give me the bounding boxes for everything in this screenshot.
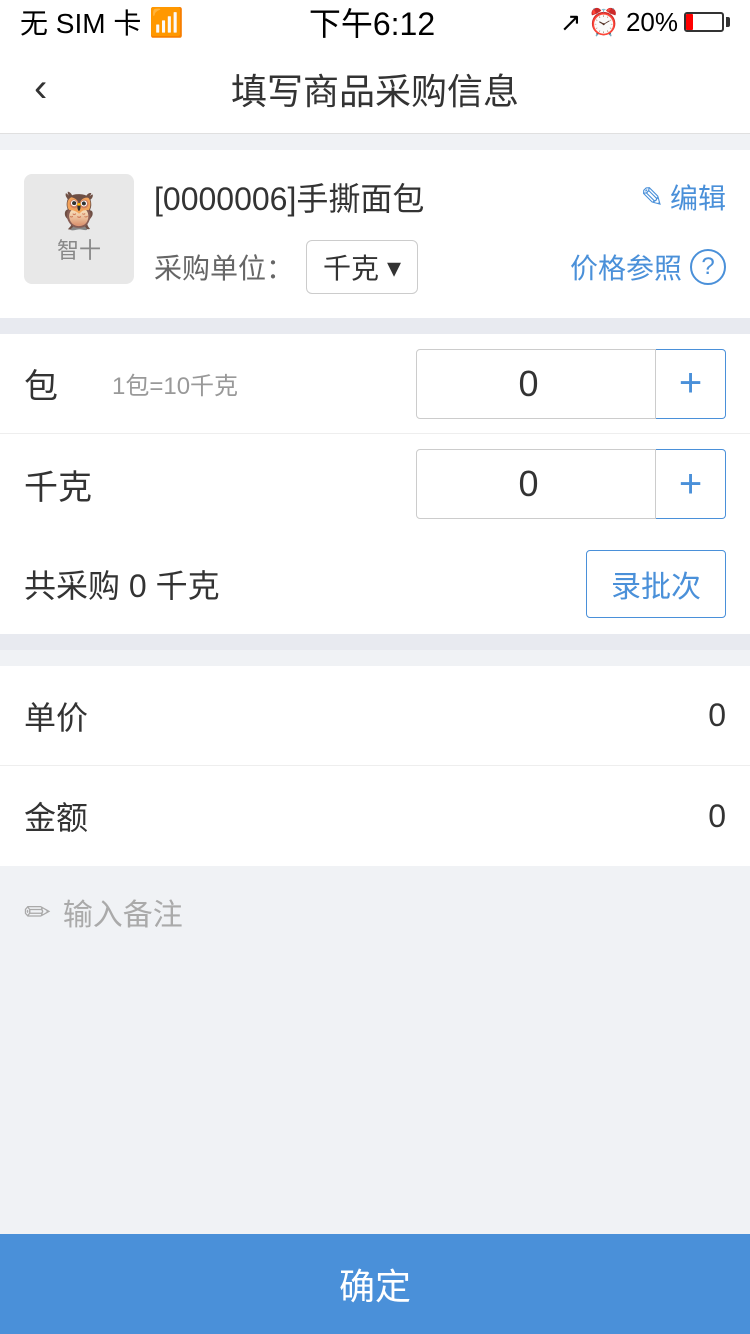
summary-prefix: 共采购 (24, 568, 120, 604)
amount-row: 金额 0 (0, 766, 750, 866)
price-row: 单价 0 (0, 666, 750, 766)
amount-value: 0 (708, 798, 726, 835)
summary-unit: 千克 (156, 568, 220, 604)
kg-plus-button[interactable]: + (656, 449, 726, 519)
wifi-icon: 📶 (149, 6, 184, 39)
summary-text: 共采购 0 千克 (24, 561, 220, 607)
spacer (0, 958, 750, 1258)
bag-quantity-input[interactable] (416, 349, 656, 419)
kg-plus-icon: + (679, 462, 702, 507)
kg-label: 千克 (24, 460, 104, 509)
product-image: 🦉 智十 (24, 174, 134, 284)
back-icon: ‹ (34, 66, 47, 110)
separator-2 (0, 634, 750, 650)
product-title: 手撕面包 (296, 181, 424, 217)
bag-plus-icon: + (679, 361, 702, 406)
kg-quantity-input[interactable] (416, 449, 656, 519)
status-bar: 无 SIM 卡 📶 下午6:12 ↗ ⏰ 20% (0, 0, 750, 44)
alarm-icon: ⏰ (588, 7, 620, 38)
status-right: ↗ ⏰ 20% (560, 7, 730, 38)
unit-value: 千克 (323, 247, 379, 287)
edit-label: 编辑 (670, 177, 726, 217)
bag-input-row: 包 1包=10千克 + (0, 334, 750, 434)
price-ref-label: 价格参照 (570, 247, 682, 287)
location-icon: ↗ (560, 7, 582, 38)
owl-logo-icon: 🦉 (57, 193, 102, 229)
carrier-text: 无 SIM 卡 (20, 2, 141, 42)
status-time: 下午6:12 (309, 0, 435, 45)
batch-button[interactable]: 录批次 (586, 550, 726, 618)
back-button[interactable]: ‹ (24, 56, 57, 121)
remark-icon: ✏ (24, 893, 51, 931)
unit-label: 采购单位： (154, 247, 294, 287)
confirm-bar[interactable]: 确定 (0, 1234, 750, 1334)
remark-section[interactable]: ✏ 输入备注 (0, 866, 750, 958)
bag-sublabel: 1包=10千克 (112, 366, 238, 401)
unit-dropdown[interactable]: 千克 ▾ (306, 240, 418, 294)
confirm-label: 确定 (339, 1258, 411, 1310)
input-section: 包 1包=10千克 + 千克 + (0, 334, 750, 534)
status-left: 无 SIM 卡 📶 (20, 2, 184, 42)
edit-button[interactable]: ✎ 编辑 (641, 177, 726, 217)
page-title: 填写商品采购信息 (231, 63, 519, 115)
battery-percent: 20% (626, 7, 678, 38)
summary-quantity: 0 (129, 568, 147, 604)
product-info: [0000006]手撕面包 ✎ 编辑 采购单位： 千克 ▾ 价格参照 ? (154, 174, 726, 294)
product-card: 🦉 智十 [0000006]手撕面包 ✎ 编辑 采购单位： 千克 ▾ 价格参照 (0, 150, 750, 318)
help-icon: ? (690, 249, 726, 285)
price-reference-button[interactable]: 价格参照 ? (570, 247, 726, 287)
remark-placeholder: 输入备注 (63, 890, 183, 934)
brand-label: 智十 (57, 233, 101, 265)
product-id: [0000006] (154, 181, 296, 217)
detail-section: 单价 0 金额 0 (0, 666, 750, 866)
product-name: [0000006]手撕面包 (154, 174, 424, 220)
separator-1 (0, 318, 750, 334)
battery-indicator (684, 12, 730, 32)
nav-bar: ‹ 填写商品采购信息 (0, 44, 750, 134)
edit-icon: ✎ (641, 181, 664, 214)
bag-label: 包 (24, 359, 104, 408)
kg-input-row: 千克 + (0, 434, 750, 534)
bag-plus-button[interactable]: + (656, 349, 726, 419)
dropdown-arrow: ▾ (387, 251, 401, 284)
summary-section: 共采购 0 千克 录批次 (0, 534, 750, 634)
price-label: 单价 (24, 693, 88, 739)
amount-label: 金额 (24, 793, 88, 839)
price-value: 0 (708, 697, 726, 734)
